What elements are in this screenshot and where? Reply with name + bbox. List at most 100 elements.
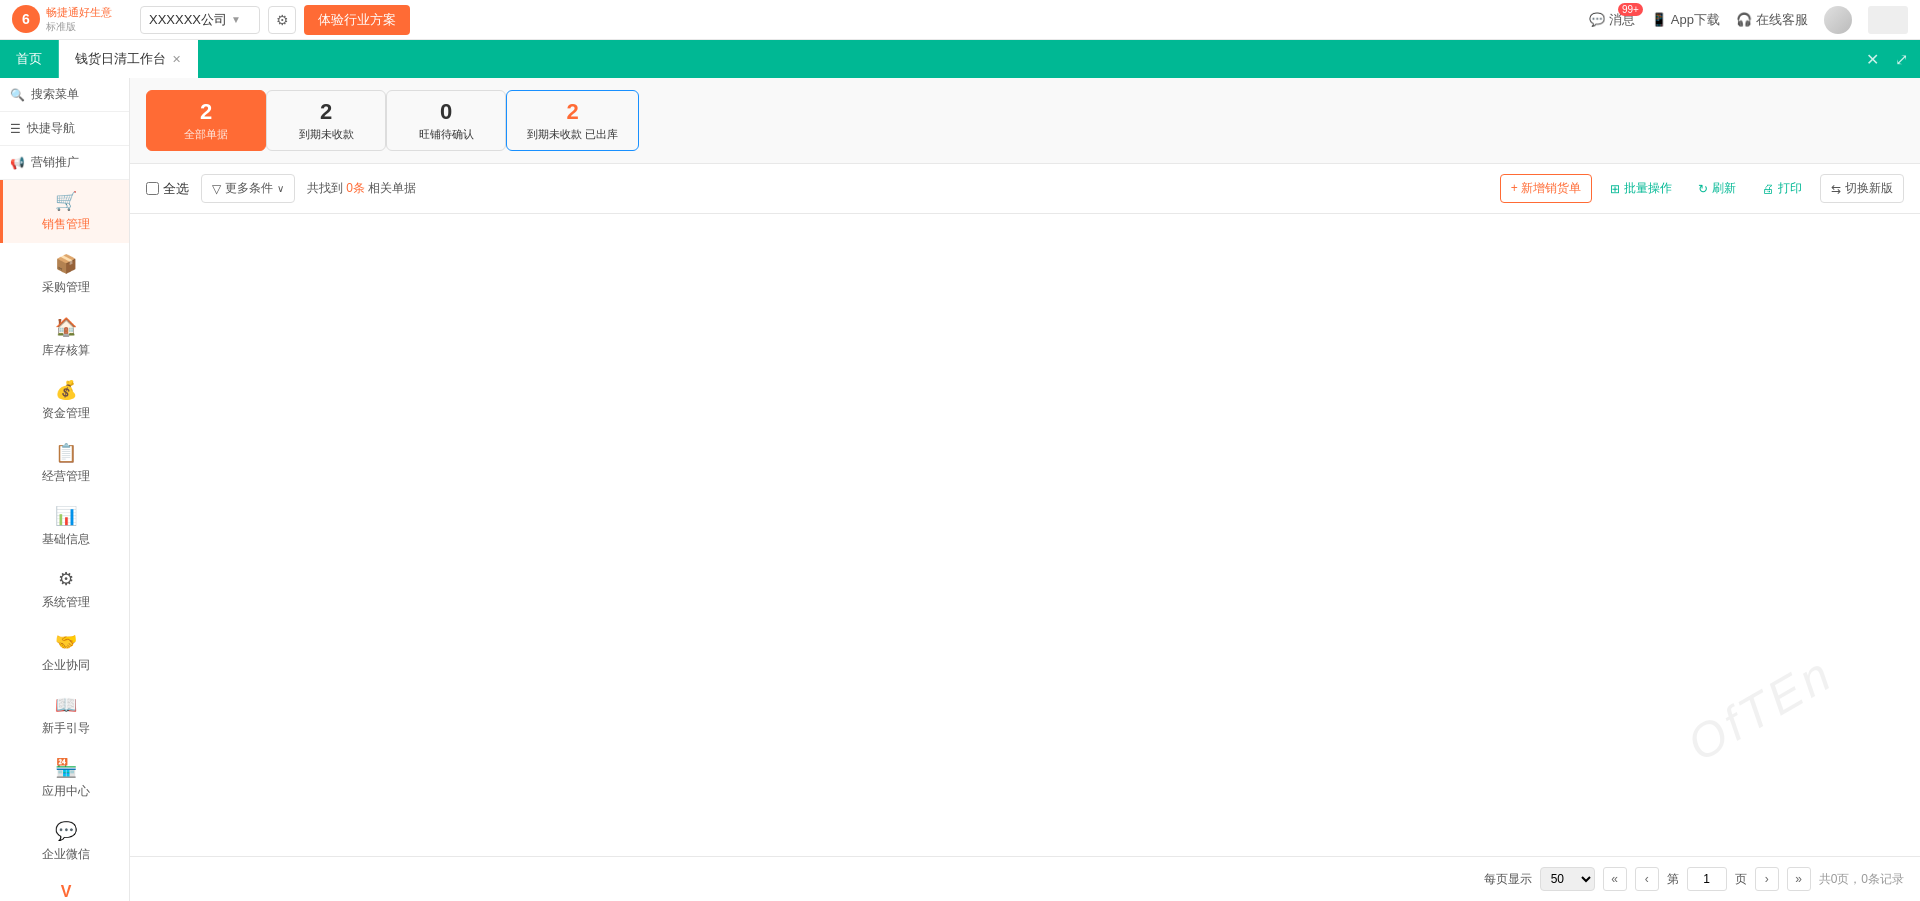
search-menu-label: 搜索菜单 (31, 86, 79, 103)
chevron-down-icon: ▼ (231, 14, 241, 25)
app-download-button[interactable]: 📱 App下载 (1651, 11, 1720, 29)
batch-icon: ⊞ (1610, 182, 1620, 196)
settings-button[interactable]: ⚙ (268, 6, 296, 34)
sidebar-item-collab-label: 企业协同 (42, 657, 90, 674)
sidebar-item-collab[interactable]: 🤝 企业协同 (0, 621, 129, 684)
quick-nav-item[interactable]: ☰ 快捷导航 (0, 112, 129, 146)
avatar[interactable] (1824, 6, 1852, 34)
tab-close-icon[interactable]: ✕ (172, 53, 181, 66)
page-number-input[interactable] (1687, 867, 1727, 891)
page-suffix: 页 (1735, 871, 1747, 888)
tab-workbench[interactable]: 钱货日清工作台 ✕ (59, 40, 198, 78)
logo-sub: 标准版 (46, 20, 112, 34)
page-size-select[interactable]: 50 10 20 100 (1540, 867, 1595, 891)
stat-all-label: 全部单据 (167, 127, 245, 142)
message-badge: 99+ (1618, 3, 1643, 16)
stats-tabs: 2 全部单据 2 到期未收款 0 旺铺待确认 2 到期未收款 已出库 (130, 78, 1920, 164)
stat-tab-all[interactable]: 2 全部单据 (146, 90, 266, 151)
sidebar-item-guide[interactable]: 📖 新手引导 (0, 684, 129, 747)
filter-chevron-icon: ∨ (277, 183, 284, 194)
sidebar-item-purchase[interactable]: 📦 采购管理 (0, 243, 129, 306)
header-left: 6 畅捷通好生意 标准版 XXXXXX公司 ▼ ⚙ 体验行业方案 (12, 5, 410, 35)
filter-label: 更多条件 (225, 180, 273, 197)
sidebar-item-system[interactable]: ⚙ 系统管理 (0, 558, 129, 621)
stat-tab-shipped[interactable]: 2 到期未收款 已出库 (506, 90, 639, 151)
message-icon: 💬 (1589, 12, 1605, 27)
phone-icon: 📱 (1651, 12, 1667, 27)
sidebar-item-basic[interactable]: 📊 基础信息 (0, 495, 129, 558)
select-all-checkbox[interactable]: 全选 (146, 180, 189, 198)
app-center-icon: 🏪 (55, 757, 77, 779)
inventory-icon: 🏠 (55, 316, 77, 338)
purchase-icon: 📦 (55, 253, 77, 275)
last-page-button[interactable]: » (1787, 867, 1811, 891)
company-name: XXXXXX公司 (149, 11, 227, 29)
system-icon: ⚙ (58, 568, 74, 590)
batch-operation-button[interactable]: ⊞ 批量操作 (1602, 175, 1680, 202)
online-service-button[interactable]: 🎧 在线客服 (1736, 11, 1808, 29)
sidebar-item-finance-label: 资金管理 (42, 405, 90, 422)
refresh-button[interactable]: ↻ 刷新 (1690, 175, 1744, 202)
online-service-label: 在线客服 (1756, 11, 1808, 29)
filter-button[interactable]: ▽ 更多条件 ∨ (201, 174, 295, 203)
vip-icon: V (61, 883, 72, 901)
switch-version-button[interactable]: ⇆ 切换新版 (1820, 174, 1904, 203)
toolbar: 全选 ▽ 更多条件 ∨ 共找到 0条 相关单据 + 新增销货单 (130, 164, 1920, 214)
stat-overdue-number: 2 (287, 99, 365, 125)
logo-text: 畅捷通好生意 (46, 5, 112, 19)
sidebar-item-app-center[interactable]: 🏪 应用中心 (0, 747, 129, 810)
experience-button[interactable]: 体验行业方案 (304, 5, 410, 35)
sidebar-item-basic-label: 基础信息 (42, 531, 90, 548)
result-text: 共找到 0条 相关单据 (307, 180, 416, 197)
nav-icon: ☰ (10, 122, 21, 136)
username-display (1868, 6, 1908, 34)
sidebar-item-wechat[interactable]: 💬 企业微信 (0, 810, 129, 873)
tab-maximize-icon[interactable]: ⤢ (1891, 46, 1912, 73)
switch-icon: ⇆ (1831, 182, 1841, 196)
stat-tab-wangpu[interactable]: 0 旺铺待确认 (386, 90, 506, 151)
top-header: 6 畅捷通好生意 标准版 XXXXXX公司 ▼ ⚙ 体验行业方案 💬 消息 99… (0, 0, 1920, 40)
marketing-item[interactable]: 📢 营销推广 (0, 146, 129, 180)
stat-wangpu-number: 0 (407, 99, 485, 125)
next-page-button[interactable]: › (1755, 867, 1779, 891)
print-button[interactable]: 🖨 打印 (1754, 175, 1810, 202)
headphone-icon: 🎧 (1736, 12, 1752, 27)
select-all-input[interactable] (146, 182, 159, 195)
logo-icon: 6 (12, 5, 40, 33)
first-page-button[interactable]: « (1603, 867, 1627, 891)
sidebar-item-vip[interactable]: V 畅会员 (0, 873, 129, 901)
toolbar-right: + 新增销货单 ⊞ 批量操作 ↻ 刷新 🖨 打印 ⇆ (1500, 174, 1904, 203)
add-sales-order-button[interactable]: + 新增销货单 (1500, 174, 1592, 203)
sidebar-item-inventory-label: 库存核算 (42, 342, 90, 359)
guide-icon: 📖 (55, 694, 77, 716)
sidebar-item-finance[interactable]: 💰 资金管理 (0, 369, 129, 432)
sidebar-item-system-label: 系统管理 (42, 594, 90, 611)
sales-icon: 🛒 (55, 190, 77, 212)
watermark: OfTEn (1678, 645, 1843, 772)
stat-tab-overdue[interactable]: 2 到期未收款 (266, 90, 386, 151)
header-right: 💬 消息 99+ 📱 App下载 🎧 在线客服 (1589, 6, 1908, 34)
search-icon: 🔍 (10, 88, 25, 102)
pagination: 每页显示 50 10 20 100 « ‹ 第 页 › » 共0页，0条记录 (130, 856, 1920, 901)
tab-minimize-icon[interactable]: ✕ (1862, 46, 1883, 73)
sidebar-item-inventory[interactable]: 🏠 库存核算 (0, 306, 129, 369)
tab-home[interactable]: 首页 (0, 40, 59, 78)
print-icon: 🖨 (1762, 182, 1774, 196)
tab-bar: 首页 钱货日清工作台 ✕ ✕ ⤢ (0, 40, 1920, 78)
tab-bar-actions: ✕ ⤢ (1862, 46, 1920, 73)
data-area: OfTEn (130, 214, 1920, 856)
stat-wangpu-label: 旺铺待确认 (407, 127, 485, 142)
basic-icon: 📊 (55, 505, 77, 527)
prev-page-button[interactable]: ‹ (1635, 867, 1659, 891)
stat-overdue-label: 到期未收款 (287, 127, 365, 142)
sidebar-item-operations-label: 经营管理 (42, 468, 90, 485)
wechat-icon: 💬 (55, 820, 77, 842)
page-prefix: 第 (1667, 871, 1679, 888)
content-inner: 2 全部单据 2 到期未收款 0 旺铺待确认 2 到期未收款 已出库 (130, 78, 1920, 901)
search-menu-item[interactable]: 🔍 搜索菜单 (0, 78, 129, 112)
company-selector[interactable]: XXXXXX公司 ▼ (140, 6, 260, 34)
message-button[interactable]: 💬 消息 99+ (1589, 11, 1635, 29)
sidebar-item-sales[interactable]: 🛒 销售管理 (0, 180, 129, 243)
sidebar-item-operations[interactable]: 📋 经营管理 (0, 432, 129, 495)
filter-icon: ▽ (212, 182, 221, 196)
